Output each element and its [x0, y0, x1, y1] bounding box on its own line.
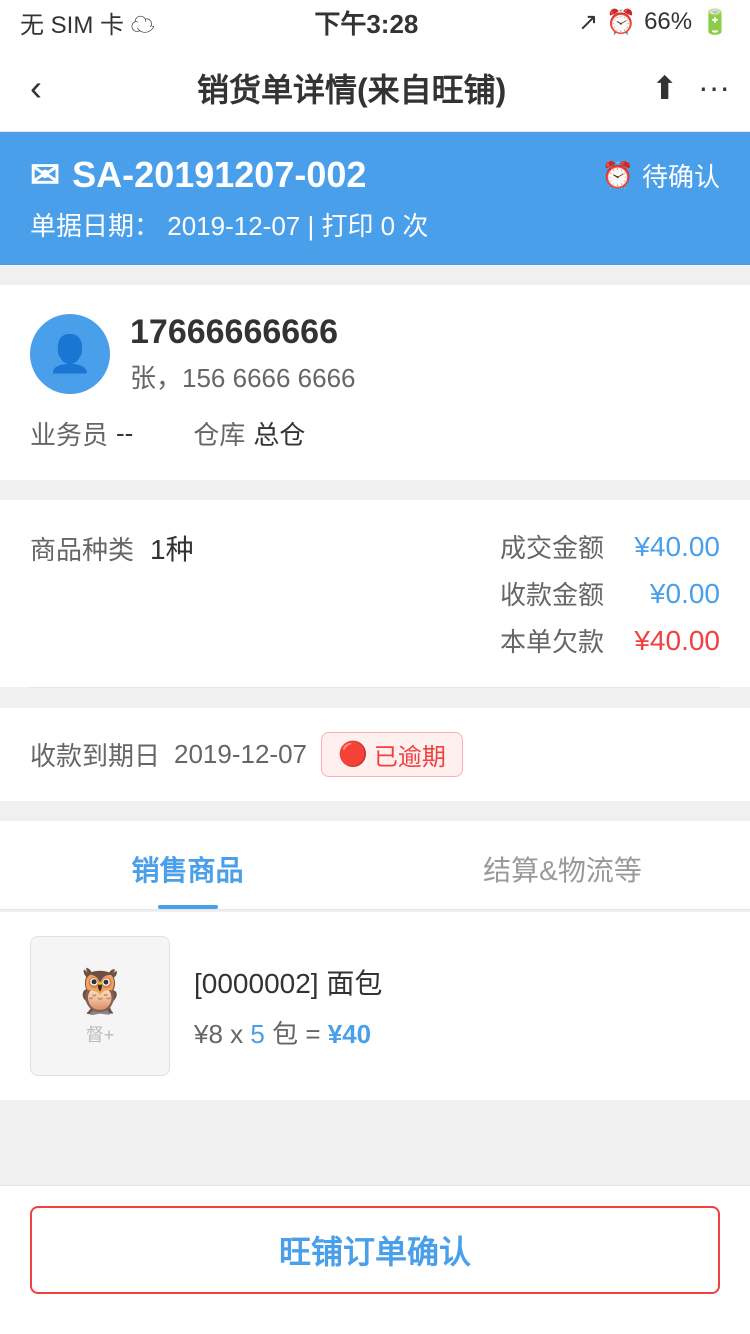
avatar-icon: 👤 [48, 333, 93, 375]
date-label: 单据日期： [30, 211, 160, 241]
order-id: ✉ SA-20191207-002 [30, 154, 366, 196]
salesperson-item: 业务员 -- [30, 415, 133, 452]
amount-value: ¥40.00 [620, 531, 720, 563]
back-button[interactable]: ‹ [20, 57, 52, 119]
warehouse-item: 仓库 总仓 [193, 415, 305, 452]
status-left: 无 SIM 卡 ☁ [20, 5, 155, 40]
status-right: ↗ ⏰ 66% 🔋 [578, 8, 730, 37]
product-logo-container: 🦉 督+ [73, 965, 128, 1047]
owed-value: ¥40.00 [620, 625, 720, 657]
order-icon: ✉ [30, 154, 60, 196]
product-logo-text: 督+ [86, 1021, 115, 1047]
multiply-symbol: x [230, 1019, 250, 1049]
more-button[interactable]: ··· [698, 69, 730, 106]
order-id-text: SA-20191207-002 [72, 154, 366, 196]
tab-sales-products[interactable]: 销售商品 [0, 821, 375, 909]
equal-symbol: = [305, 1019, 327, 1049]
confirm-order-button[interactable]: 旺铺订单确认 [30, 1206, 720, 1294]
summary-section: 商品种类 1种 成交金额 ¥40.00 收款金额 ¥0.00 本单欠款 ¥40.… [0, 500, 750, 687]
tab-settlement-label: 结算&物流等 [483, 855, 642, 886]
amount-label: 成交金额 [500, 528, 604, 565]
product-section: 🦉 督+ [0000002] 面包 ¥8 x 5 包 = ¥40 [0, 912, 750, 1100]
due-section: 收款到期日 2019-12-07 🔴 已逾期 [0, 708, 750, 801]
status-time: 下午3:28 [314, 4, 418, 41]
nav-actions: ⬆ ··· [651, 69, 730, 107]
product-quantity: 5 [250, 1019, 264, 1049]
warehouse-value: 总仓 [253, 415, 305, 452]
bottom-bar: 旺铺订单确认 [0, 1185, 750, 1334]
battery-icon: 🔋 [700, 8, 730, 37]
customer-phone: 17666666666 [130, 313, 720, 352]
share-button[interactable]: ⬆ [651, 69, 678, 107]
overdue-badge: 🔴 已逾期 [321, 732, 463, 777]
receipt-label: 收款金额 [500, 575, 604, 612]
date-value: 2019-12-07 [167, 211, 300, 241]
summary-left: 商品种类 1种 [30, 528, 500, 568]
alarm-icon: ⏰ [606, 8, 636, 37]
battery-level: 66% [644, 8, 692, 36]
order-header: ✉ SA-20191207-002 ⏰ 待确认 单据日期： 2019-12-07… [0, 132, 750, 265]
product-total: ¥40 [328, 1019, 371, 1049]
divider-1 [30, 687, 720, 688]
amount-row: 成交金额 ¥40.00 [500, 528, 720, 565]
product-code: [0000002] [194, 968, 319, 999]
owed-label: 本单欠款 [500, 622, 604, 659]
overdue-icon: 🔴 [338, 740, 368, 769]
product-image: 🦉 督+ [30, 936, 170, 1076]
receipt-row: 收款金额 ¥0.00 [500, 575, 720, 612]
signal-icon: ↗ [578, 8, 598, 37]
kind-value: 1种 [150, 528, 194, 568]
status-text: 待确认 [642, 157, 720, 194]
owed-row: 本单欠款 ¥40.00 [500, 622, 720, 659]
product-details: [0000002] 面包 ¥8 x 5 包 = ¥40 [194, 962, 720, 1051]
product-price-row: ¥8 x 5 包 = ¥40 [194, 1014, 720, 1051]
salesperson-value: -- [116, 418, 133, 449]
due-label: 收款到期日 [30, 736, 160, 773]
tab-settlement[interactable]: 结算&物流等 [375, 821, 750, 909]
warehouse-label: 仓库 [193, 415, 245, 452]
product-item: 🦉 督+ [0000002] 面包 ¥8 x 5 包 = ¥40 [30, 936, 720, 1076]
print-info: | 打印 0 次 [307, 211, 428, 241]
overdue-text: 已逾期 [374, 737, 446, 772]
avatar: 👤 [30, 314, 110, 394]
status-clock-icon: ⏰ [602, 160, 634, 191]
product-price: ¥8 [194, 1019, 223, 1049]
summary-right: 成交金额 ¥40.00 收款金额 ¥0.00 本单欠款 ¥40.00 [500, 528, 720, 659]
status-bar: 无 SIM 卡 ☁ 下午3:28 ↗ ⏰ 66% 🔋 [0, 0, 750, 44]
due-date-value: 2019-12-07 [174, 739, 307, 770]
meta-row: 业务员 -- 仓库 总仓 [30, 415, 720, 452]
tabs: 销售商品 结算&物流等 [0, 821, 750, 910]
customer-info: 17666666666 张，156 6666 6666 [130, 313, 720, 395]
product-name: [0000002] 面包 [194, 962, 720, 1002]
product-unit: 包 [272, 1019, 298, 1049]
page-title: 销货单详情(来自旺铺) [52, 65, 651, 111]
nav-bar: ‹ 销货单详情(来自旺铺) ⬆ ··· [0, 44, 750, 132]
receipt-value: ¥0.00 [620, 578, 720, 610]
kind-label: 商品种类 [30, 530, 134, 567]
salesperson-label: 业务员 [30, 415, 108, 452]
product-logo-icon: 🦉 [73, 965, 128, 1017]
customer-name: 张，156 6666 6666 [130, 358, 720, 395]
customer-section: 👤 17666666666 张，156 6666 6666 业务员 -- 仓库 … [0, 285, 750, 480]
sim-signal: 无 SIM 卡 ☁ [20, 5, 155, 40]
order-date: 单据日期： 2019-12-07 | 打印 0 次 [30, 206, 720, 243]
product-name-text: 面包 [326, 968, 382, 999]
tab-sales-label: 销售商品 [131, 855, 243, 886]
order-status: ⏰ 待确认 [602, 157, 720, 194]
